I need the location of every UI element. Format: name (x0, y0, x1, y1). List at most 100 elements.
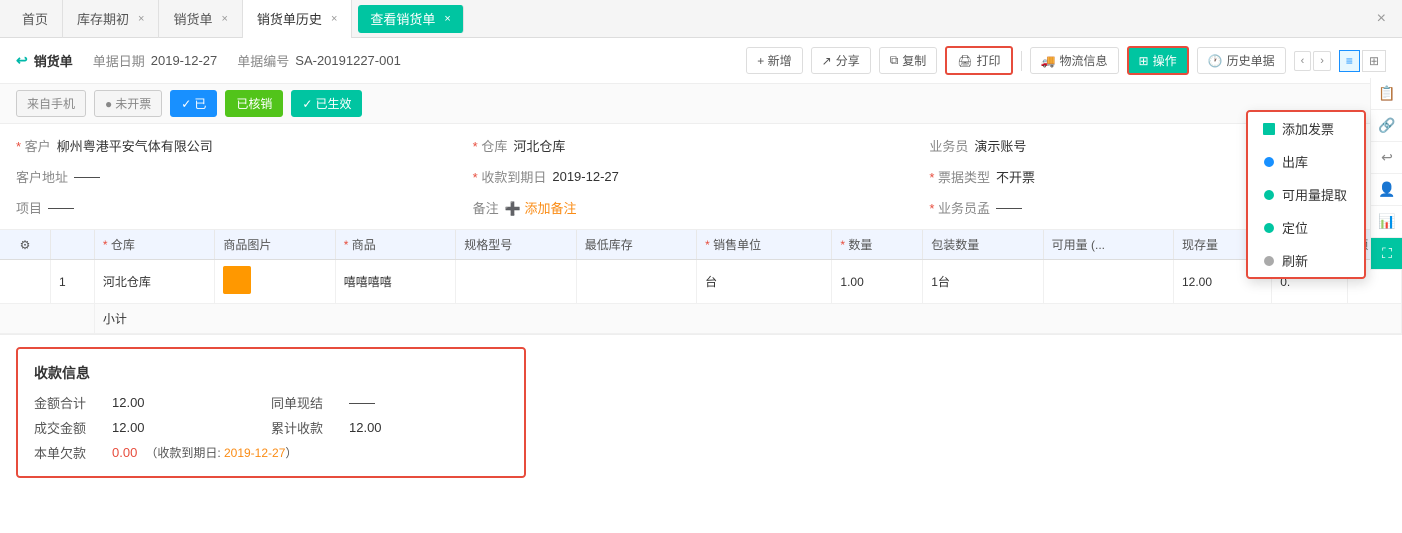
logistics-label: 物流信息 (1060, 52, 1108, 69)
tab-sales-history-close[interactable]: × (331, 13, 337, 25)
tab-check-sales[interactable]: 查看销货单 × (358, 5, 463, 33)
prev-arrow[interactable]: ‹ (1294, 51, 1312, 71)
separator-1 (1021, 51, 1022, 71)
operation-btn[interactable]: ⊞ 操作 (1127, 46, 1189, 75)
refresh-label: 刷新 (1282, 251, 1308, 270)
dropdown-outbound[interactable]: 出库 (1248, 145, 1364, 178)
row-warehouse: 河北仓库 (94, 260, 214, 304)
check-btn[interactable]: ✓ 已 (170, 90, 217, 117)
dropdown-locate[interactable]: 定位 (1248, 211, 1364, 244)
staff2-label: 业务员孟 (929, 198, 990, 217)
add-invoice-icon (1262, 122, 1276, 136)
tab-bar-close-btn[interactable]: × (1369, 10, 1394, 28)
check-label: 已 (194, 95, 206, 112)
payment-date-value: 2019-12-27 (552, 169, 619, 184)
total-label: 金额合计 (34, 393, 104, 412)
doc-number-value: SA-20191227-001 (295, 53, 401, 68)
note-add-btn[interactable]: ➕ 添加备注 (505, 198, 577, 217)
not-opened-btn[interactable]: ● 未开票 (94, 90, 162, 117)
row-sales-unit: 台 (697, 260, 832, 304)
main-container: ↩ 销货单 单据日期 2019-12-27 单据编号 SA-20191227-0… (0, 38, 1402, 533)
tab-home[interactable]: 首页 (8, 0, 63, 38)
from-phone-btn[interactable]: 来自手机 (16, 90, 86, 117)
tab-check-sales-close[interactable]: × (444, 13, 450, 25)
row-spec (456, 260, 576, 304)
product-img (223, 266, 251, 294)
right-btn-4[interactable]: 👤 (1371, 174, 1402, 206)
doc-number-meta: 单据编号 SA-20191227-001 (237, 51, 401, 70)
tab-sales-history[interactable]: 销货单历史 × (243, 0, 352, 38)
history-btn[interactable]: 🕐 历史单据 (1197, 47, 1286, 74)
tab-inventory-init[interactable]: 库存期初 × (63, 0, 159, 38)
row-min-stock (576, 260, 696, 304)
tab-sales-history-label: 销货单历史 (257, 9, 322, 28)
outbound-label: 出库 (1282, 152, 1308, 171)
right-btn-2[interactable]: 🔗 (1371, 110, 1402, 142)
right-btn-5[interactable]: 📊 (1371, 206, 1402, 238)
tab-sales-order[interactable]: 销货单 × (159, 0, 242, 38)
next-arrow[interactable]: › (1313, 51, 1331, 71)
right-btn-3[interactable]: ↩ (1371, 142, 1402, 174)
dropdown-add-invoice[interactable]: 添加发票 (1248, 112, 1364, 145)
right-toolbar: 📋 🔗 ↩ 👤 📊 ⛶ (1370, 78, 1402, 270)
row-gear (0, 260, 51, 304)
logistics-btn[interactable]: 🚚 物流信息 (1030, 47, 1119, 74)
copy-label: 复制 (902, 52, 926, 69)
summary-title: 收款信息 (34, 363, 508, 383)
sold-out-btn[interactable]: 已核销 (225, 90, 283, 117)
address-field: 客户地址 —— (16, 167, 473, 186)
doc-title-icon: ↩ (16, 52, 28, 69)
col-min-stock: 最低库存 (576, 230, 696, 260)
effective-btn[interactable]: ✓ 已生效 (291, 90, 362, 117)
due-label: 本单欠款 (34, 443, 104, 462)
project-field: 项目 —— (16, 198, 473, 217)
transaction-row: 成交金额 12.00 (34, 418, 271, 437)
right-btn-1[interactable]: 📋 (1371, 78, 1402, 110)
doc-number-label: 单据编号 (237, 51, 289, 70)
invoice-type-label: 票据类型 (929, 167, 990, 186)
dropdown-refresh[interactable]: 刷新 (1248, 244, 1364, 277)
form-row-2: 客户地址 —— 收款到期日 2019-12-27 票据类型 不开票 (16, 167, 1386, 186)
share-icon: ↗ (822, 54, 832, 68)
dropdown-menu: 添加发票 出库 可用量提取 定位 刷新 (1246, 110, 1366, 279)
doc-title-text: 销货单 (34, 51, 73, 70)
effective-label: 已生效 (315, 95, 351, 112)
total-row: 金额合计 12.00 (34, 393, 271, 412)
invoice-type-value: 不开票 (996, 167, 1035, 186)
print-label: 打印 (977, 52, 1001, 69)
row-product: 嘻嘻嘻嘻 (335, 260, 455, 304)
col-sales-unit: * 销售单位 (697, 230, 832, 260)
same-order-row: 同单现结 —— (271, 393, 508, 412)
warehouse-value: 河北仓库 (513, 136, 565, 155)
print-btn[interactable]: 🖨 打印 (945, 46, 1012, 75)
history-icon: 🕐 (1208, 54, 1223, 68)
form-row-3: 项目 —— 备注 ➕ 添加备注 业务员孟 —— (16, 198, 1386, 217)
tab-sales-order-close[interactable]: × (221, 13, 227, 25)
doc-actions: + 新增 ↗ 分享 ⧉ 复制 🖨 打印 🚚 物流信息 ⊞ 操作 (746, 46, 1386, 75)
note-label: 备注 (473, 198, 499, 217)
col-qty: * 数量 (832, 230, 923, 260)
form-section: 客户 柳州粤港平安气体有限公司 仓库 河北仓库 业务员 演示账号 客户地址 ——… (0, 124, 1402, 230)
row-qty: 1.00 (832, 260, 923, 304)
copy-btn[interactable]: ⧉ 复制 (879, 47, 938, 74)
view-list-btn[interactable]: ≡ (1339, 50, 1360, 72)
subtotal-label (0, 304, 94, 334)
due-row: 本单欠款 0.00 （收款到期日: 2019-12-27） (34, 443, 508, 462)
share-btn[interactable]: ↗ 分享 (811, 47, 871, 74)
customer-field: 客户 柳州粤港平安气体有限公司 (16, 136, 473, 155)
new-btn[interactable]: + 新增 (746, 47, 802, 74)
staff-value: 演示账号 (974, 136, 1026, 155)
share-label: 分享 (836, 52, 860, 69)
same-order-label: 同单现结 (271, 393, 341, 412)
copy-icon: ⧉ (890, 53, 899, 68)
tab-inventory-init-close[interactable]: × (138, 13, 144, 25)
payment-date-field: 收款到期日 2019-12-27 (473, 167, 930, 186)
right-btn-6[interactable]: ⛶ (1371, 238, 1402, 270)
dropdown-available-pickup[interactable]: 可用量提取 (1248, 178, 1364, 211)
nav-arrows: ‹ › (1294, 51, 1331, 71)
view-grid-btn[interactable]: ⊞ (1362, 50, 1386, 72)
project-label: 项目 (16, 198, 42, 217)
refresh-icon (1262, 254, 1276, 268)
locate-label: 定位 (1282, 218, 1308, 237)
tab-sales-order-label: 销货单 (173, 9, 212, 28)
